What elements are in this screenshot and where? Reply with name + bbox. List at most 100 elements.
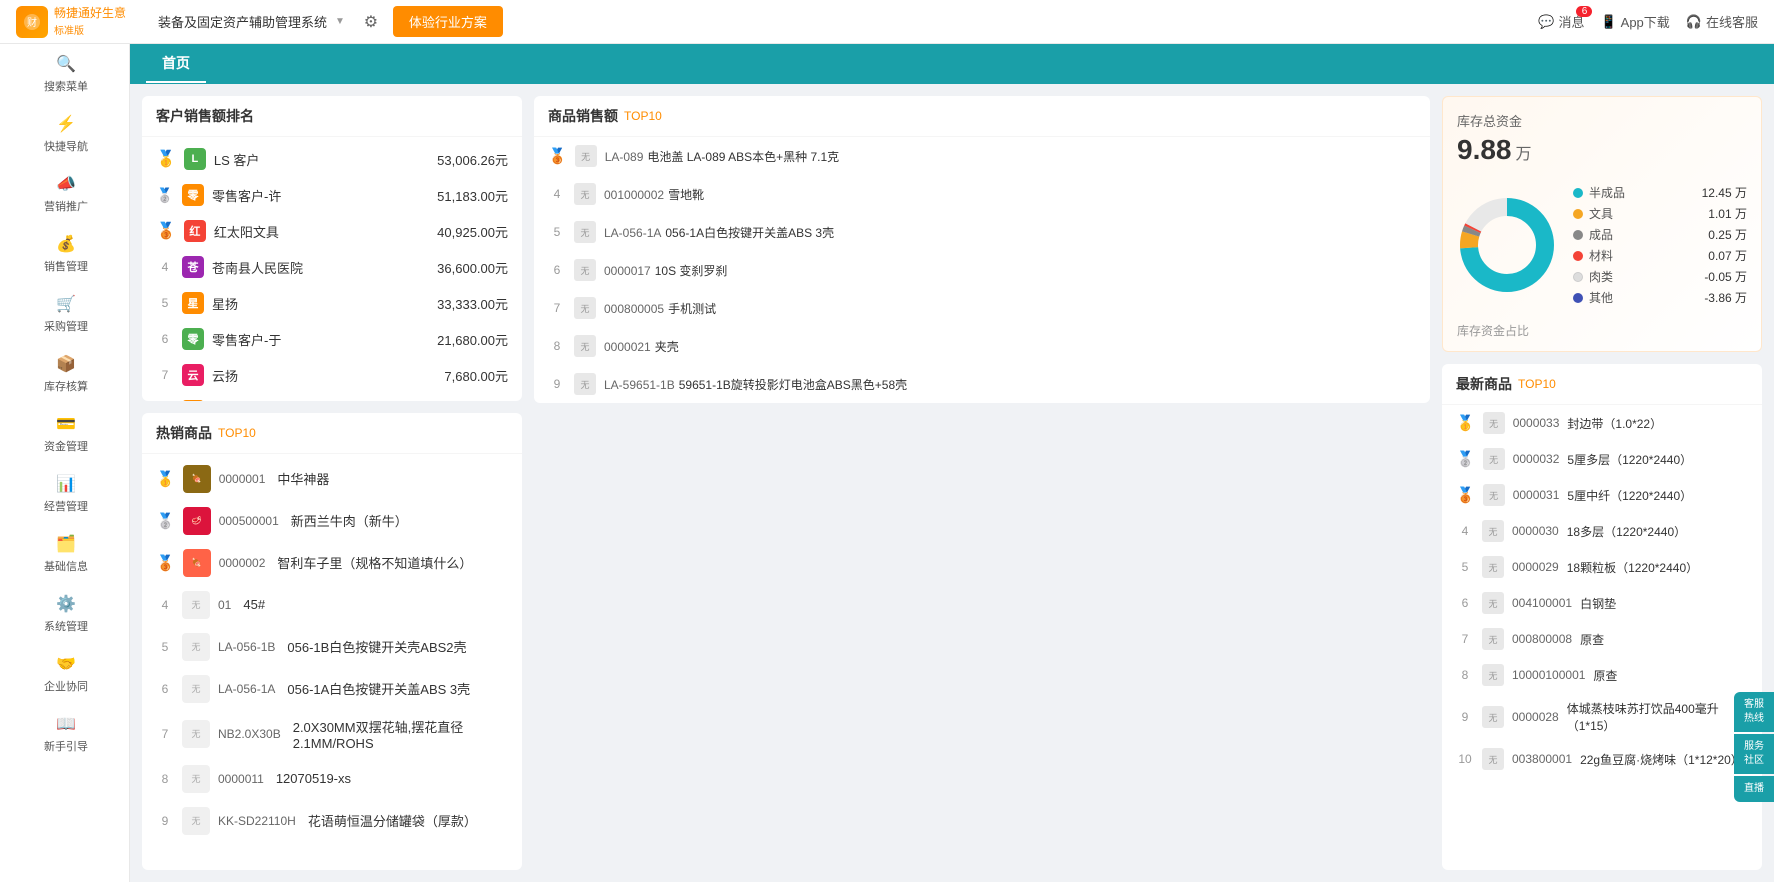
legend-name: 其他 [1589, 289, 1698, 306]
sidebar-item-cooperation[interactable]: 🤝 企业协同 [0, 644, 129, 704]
rank-number: 7 [1456, 632, 1474, 646]
product-code: 003800001 [1512, 752, 1572, 766]
app-download-button[interactable]: 📱 App下载 [1600, 12, 1669, 31]
sidebar-item-system[interactable]: ⚙️ 系统管理 [0, 584, 129, 644]
system-icon: ⚙️ [56, 594, 76, 614]
legend-dot [1573, 230, 1583, 240]
medal-icon: 🥈 [156, 512, 175, 530]
legend-name: 半成品 [1589, 184, 1696, 201]
customer-name: LS 客户 [214, 150, 429, 169]
product-img: 无 [1483, 484, 1505, 506]
product-image: 无 [182, 633, 210, 661]
logo-area: 财 畅捷通好生意 标准版 [16, 6, 146, 38]
sidebar-item-finance[interactable]: 💳 资金管理 [0, 404, 129, 464]
product-img: 无 [1482, 706, 1504, 728]
sidebar-label: 搜索菜单 [44, 78, 88, 94]
customer-ranking-table: 🥇 L LS 客户 53,006.26元 🥈 零 零售客户-许 51,183.0… [142, 137, 522, 401]
product-name: 5厘多层（1220*2440） [1567, 451, 1748, 468]
customer-amount: 21,680.00元 [437, 330, 508, 349]
legend-dot [1573, 272, 1583, 282]
customer-name: 零售客户-许 [212, 186, 429, 205]
legend-name: 材料 [1589, 247, 1702, 264]
purchase-icon: 🛒 [56, 294, 76, 314]
customer-name: 苍南县人民医院 [212, 258, 429, 277]
live-button[interactable]: 直播 [1734, 776, 1774, 802]
customer-ranking-header: 客户销售额排名 [142, 96, 522, 137]
top-product-row: 7 无 000800005手机测试 [534, 289, 1430, 327]
product-img: 无 [574, 259, 596, 281]
rank-number: 8 [548, 339, 566, 353]
logo-icon: 财 [16, 6, 48, 38]
product-code: 000500001 [219, 514, 279, 528]
product-name: 花语萌恒温分储罐袋（厚款） [308, 811, 508, 830]
product-code: 0000001 [219, 472, 266, 486]
new-product-row: 10 无 003800001 22g鱼豆腐·烧烤味（1*12*20） [1442, 741, 1762, 777]
sidebar-item-basics[interactable]: 🗂️ 基础信息 [0, 524, 129, 584]
sidebar-label: 新手引导 [44, 738, 88, 754]
product-img: 无 [1482, 592, 1504, 614]
customer-avatar: 星 [182, 292, 204, 314]
settings-icon[interactable]: ⚙ [357, 8, 385, 36]
product-code: 0000030 [1512, 524, 1559, 538]
product-image: 无 [182, 720, 210, 748]
hot-product-row: 🥉 🍖 0000002 智利车子里（规格不知道填什么） [142, 542, 522, 584]
hot-product-row: 6 无 LA-056-1A 056-1A白色按键开关盖ABS 3壳 [142, 668, 522, 710]
medal-icon: 🥉 [1456, 486, 1475, 504]
sidebar-item-purchase[interactable]: 🛒 采购管理 [0, 284, 129, 344]
legend-row: 其他 -3.86 万 [1573, 289, 1747, 306]
rank-row: 🥈 零 零售客户-许 51,183.00元 [142, 177, 522, 213]
sidebar-item-nav[interactable]: ⚡ 快捷导航 [0, 104, 129, 164]
top-products-mid-header: 商品销售额 TOP10 [534, 96, 1430, 137]
inventory-chart-area: 半成品 12.45 万 文具 1.01 万 成品 0 [1443, 174, 1761, 316]
customer-avatar: 零 [182, 328, 204, 350]
sidebar-item-sales[interactable]: 💰 销售管理 [0, 224, 129, 284]
hot-products-header: 热销商品 TOP10 [142, 413, 522, 454]
nav-home[interactable]: 首页 [146, 45, 206, 83]
product-image: 无 [182, 765, 210, 793]
sidebar-label: 库存核算 [44, 378, 88, 394]
right-panel: 库存总资金 9.88万 [1442, 96, 1762, 870]
product-name: 原查 [1593, 667, 1748, 684]
rank-number: 6 [156, 332, 174, 346]
top-bar: 财 畅捷通好生意 标准版 装备及固定资产辅助管理系统 ▼ ⚙ 体验行业方案 💬 … [0, 0, 1774, 44]
top-right-area: 💬 消息 6 📱 App下载 🎧 在线客服 [1538, 12, 1758, 31]
product-image: 🥩 [183, 507, 211, 535]
sidebar-item-search[interactable]: 🔍 搜索菜单 [0, 44, 129, 104]
phone-icon: 📱 [1600, 14, 1616, 30]
try-plan-button[interactable]: 体验行业方案 [393, 6, 503, 37]
product-code: NB2.0X30B [218, 727, 281, 741]
customer-avatar: 红 [184, 220, 206, 242]
hot-product-row: 9 无 KK-SD22110H 花语萌恒温分储罐袋（厚款） [142, 800, 522, 842]
customer-name: 云扬 [212, 366, 436, 385]
sidebar-item-inventory[interactable]: 📦 库存核算 [0, 344, 129, 404]
customer-amount: 33,333.00元 [437, 294, 508, 313]
inventory-card: 库存总资金 9.88万 [1442, 96, 1762, 352]
mid-panel: 商品销售额 TOP10 🥉 无 LA-089电池盖 LA-089 ABS本色+黑… [534, 96, 1430, 870]
message-button[interactable]: 💬 消息 6 [1538, 12, 1584, 31]
sidebar-label: 企业协同 [44, 678, 88, 694]
search-icon: 🔍 [56, 54, 76, 74]
online-service-button[interactable]: 🎧 在线客服 [1686, 12, 1758, 31]
new-product-row: 🥉 无 0000031 5厘中纤（1220*2440） [1442, 477, 1762, 513]
sidebar-label: 系统管理 [44, 618, 88, 634]
community-button[interactable]: 服务社区 [1734, 734, 1774, 774]
rank-row: 7 云 云扬 7,680.00元 [142, 357, 522, 393]
rank-number: 4 [156, 260, 174, 274]
customer-avatar: L [184, 148, 206, 170]
hotline-button[interactable]: 客服热线 [1734, 692, 1774, 732]
hot-products-table: 🥇 🍖 0000001 中华神器 🥈 🥩 0 [142, 454, 522, 846]
product-info: LA-089电池盖 LA-089 ABS本色+黑种 7.1克 [605, 148, 1416, 165]
top-products-mid-title: 商品销售额 [548, 106, 618, 126]
sidebar-item-marketing[interactable]: 📣 营销推广 [0, 164, 129, 224]
product-image: 无 [182, 675, 210, 703]
rank-row: 6 零 零售客户-于 21,680.00元 [142, 321, 522, 357]
product-img: 无 [575, 145, 597, 167]
rank-number: 4 [156, 598, 174, 612]
sidebar-item-guide[interactable]: 📖 新手引导 [0, 704, 129, 764]
sidebar-item-operations[interactable]: 📊 经营管理 [0, 464, 129, 524]
customer-name: 红太阳文具 [214, 222, 429, 241]
new-product-row: 4 无 0000030 18多层（1220*2440） [1442, 513, 1762, 549]
customer-ranking-title: 客户销售额排名 [156, 106, 254, 126]
product-img: 无 [1482, 520, 1504, 542]
system-selector[interactable]: 装备及固定资产辅助管理系统 ▼ [146, 12, 357, 31]
